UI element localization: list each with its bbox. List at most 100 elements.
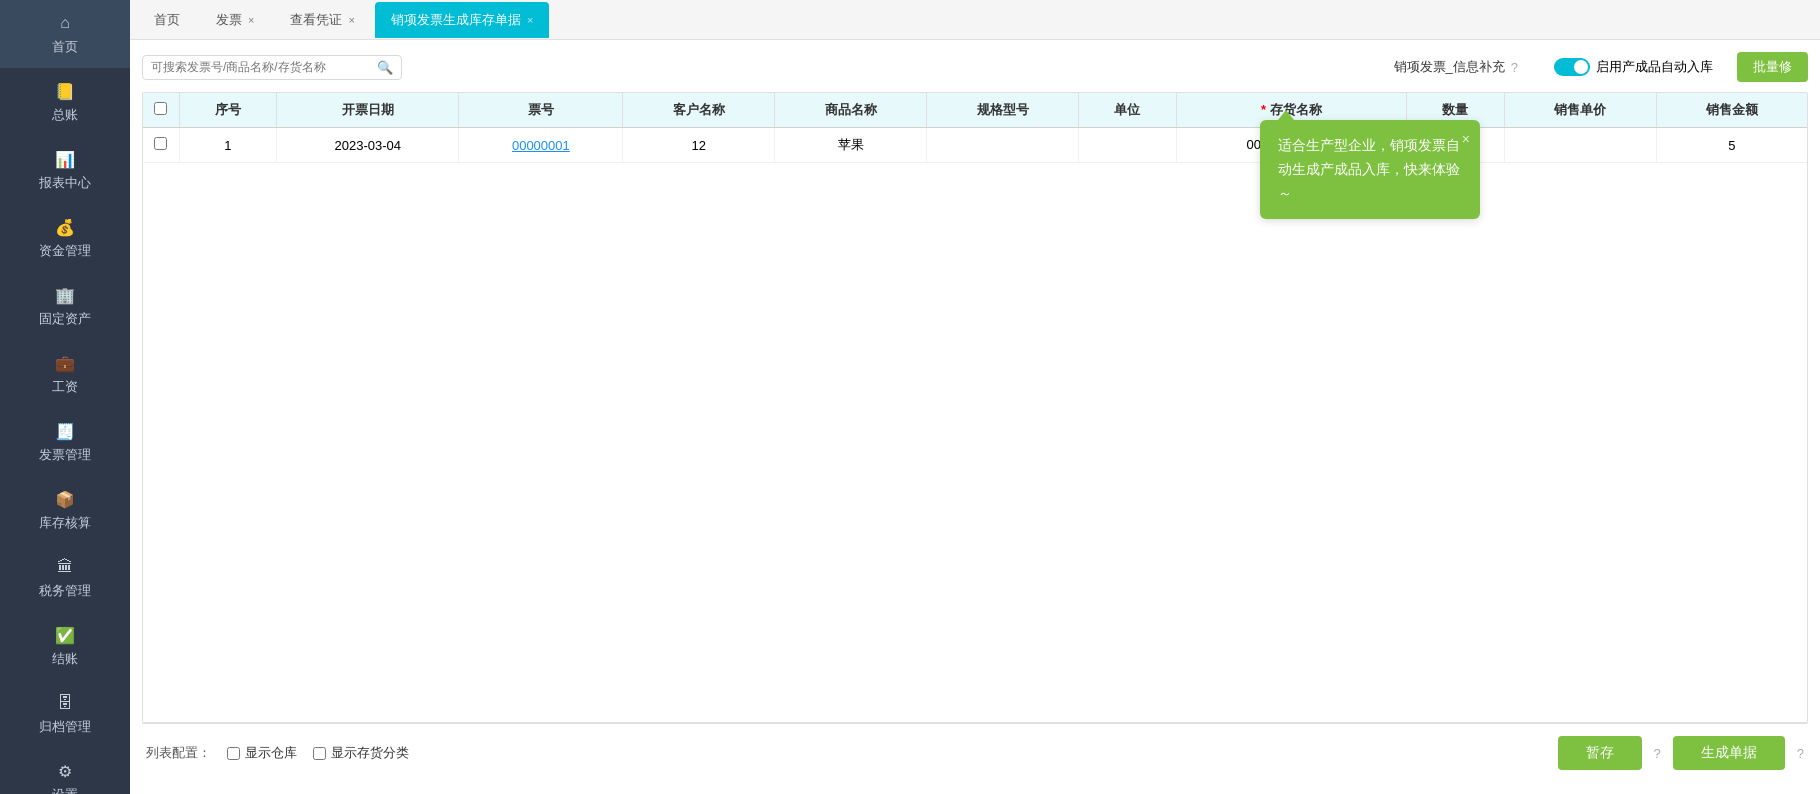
sidebar-item-settle[interactable]: ✅ 结账 [0,612,130,680]
generate-button[interactable]: 生成单据 [1673,736,1785,770]
sidebar-item-label: 报表中心 [39,174,91,192]
tax-icon: 🏛 [54,556,76,578]
data-table-wrap: 序号 开票日期 票号 客户名称 商品名称 规格型号 单位 * 存货名称 数量 销… [142,92,1808,723]
th-unit: 单位 [1078,93,1176,128]
tab-voucher[interactable]: 查看凭证 × [274,2,370,38]
toolbar: 🔍 销项发票_信息补充 ? 启用产成品自动入库 批量修 [142,52,1808,82]
sidebar-item-ledger[interactable]: 📒 总账 [0,68,130,136]
sidebar: ⌂ 首页 📒 总账 📊 报表中心 💰 资金管理 🏢 固定资产 💼 工资 🧾 发票… [0,0,130,794]
sidebar-item-label: 首页 [52,38,78,56]
tab-bar: 首页 发票 × 查看凭证 × 销项发票生成库存单据 × [130,0,1820,40]
row-checkbox-cell [143,128,179,163]
th-number: 票号 [459,93,623,128]
fund-icon: 💰 [54,216,76,238]
th-checkbox [143,93,179,128]
sidebar-item-payroll[interactable]: 💼 工资 [0,340,130,408]
save-help-icon[interactable]: ? [1654,746,1661,761]
search-icon[interactable]: 🔍 [377,60,393,75]
toggle-knob [1574,60,1588,74]
generate-help-icon[interactable]: ? [1797,746,1804,761]
report-icon: 📊 [54,148,76,170]
home-icon: ⌂ [54,12,76,34]
th-product: 商品名称 [775,93,927,128]
sidebar-item-label: 固定资产 [39,310,91,328]
toggle-switch: 启用产成品自动入库 [1554,58,1713,76]
th-unit-price: 销售单价 [1504,93,1656,128]
main-content: 首页 发票 × 查看凭证 × 销项发票生成库存单据 × 🔍 销项发票_信息补充 … [130,0,1820,794]
page-content: 🔍 销项发票_信息补充 ? 启用产成品自动入库 批量修 [130,40,1820,794]
th-customer: 客户名称 [623,93,775,128]
sidebar-item-label: 总账 [52,106,78,124]
row-unit-price [1504,128,1656,163]
sidebar-item-label: 归档管理 [39,718,91,736]
info-label: 销项发票_信息补充 ? [1394,58,1518,76]
sidebar-item-label: 结账 [52,650,78,668]
ledger-icon: 📒 [54,80,76,102]
tab-storage[interactable]: 销项发票生成库存单据 × [375,2,549,38]
th-seq: 序号 [179,93,277,128]
config-label: 列表配置： [146,744,211,762]
row-checkbox[interactable] [154,137,167,150]
tooltip-popup: × 适合生产型企业，销项发票自动生成产成品入库，快来体验～ [1260,120,1480,219]
tab-invoice-close[interactable]: × [248,14,254,26]
data-table: 序号 开票日期 票号 客户名称 商品名称 规格型号 单位 * 存货名称 数量 销… [143,93,1807,163]
sidebar-item-tax[interactable]: 🏛 税务管理 [0,544,130,612]
save-button[interactable]: 暂存 [1558,736,1642,770]
info-label-text: 销项发票_信息补充 [1394,58,1505,76]
tab-voucher-label: 查看凭证 [290,11,342,29]
select-all-checkbox[interactable] [154,102,167,115]
sidebar-item-label: 工资 [52,378,78,396]
tab-invoice[interactable]: 发票 × [200,2,270,38]
table-header-row: 序号 开票日期 票号 客户名称 商品名称 规格型号 单位 * 存货名称 数量 销… [143,93,1807,128]
sidebar-item-fixed-assets[interactable]: 🏢 固定资产 [0,272,130,340]
row-unit [1078,128,1176,163]
row-date: 2023-03-04 [277,128,459,163]
show-warehouse-checkbox[interactable] [227,747,240,760]
tab-home[interactable]: 首页 [138,2,196,38]
fixed-assets-icon: 🏢 [54,284,76,306]
sidebar-item-label: 设置 [52,786,78,794]
settings-icon: ⚙ [54,760,76,782]
tooltip-close-button[interactable]: × [1462,128,1470,152]
payroll-icon: 💼 [54,352,76,374]
tab-storage-label: 销项发票生成库存单据 [391,11,521,29]
sidebar-item-label: 库存核算 [39,514,91,532]
th-date: 开票日期 [277,93,459,128]
sidebar-item-inventory[interactable]: 📦 库存核算 [0,476,130,544]
sidebar-item-label: 资金管理 [39,242,91,260]
tab-invoice-label: 发票 [216,11,242,29]
bottom-bar: 列表配置： 显示仓库 显示存货分类 暂存 ? 生成单据 ? [142,723,1808,782]
show-category-checkbox[interactable] [313,747,326,760]
tab-voucher-close[interactable]: × [348,14,354,26]
batch-button[interactable]: 批量修 [1737,52,1808,82]
sidebar-item-archive[interactable]: 🗄 归档管理 [0,680,130,748]
show-category-item[interactable]: 显示存货分类 [313,744,409,762]
tab-storage-close[interactable]: × [527,14,533,26]
show-warehouse-item[interactable]: 显示仓库 [227,744,297,762]
sidebar-item-fund[interactable]: 💰 资金管理 [0,204,130,272]
auto-warehouse-toggle[interactable] [1554,58,1590,76]
sidebar-item-invoice-mgmt[interactable]: 🧾 发票管理 [0,408,130,476]
row-spec [927,128,1079,163]
sidebar-item-settings[interactable]: ⚙ 设置 [0,748,130,794]
row-number: 00000001 [459,128,623,163]
row-seq: 1 [179,128,277,163]
sidebar-item-label: 税务管理 [39,582,91,600]
info-help-icon[interactable]: ? [1511,60,1518,75]
search-input[interactable] [151,60,371,74]
tooltip-text: 适合生产型企业，销项发票自动生成产成品入库，快来体验～ [1278,137,1460,201]
row-product: 苹果 [775,128,927,163]
th-amount: 销售金额 [1656,93,1807,128]
row-customer: 12 [623,128,775,163]
table-row: 1 2023-03-04 00000001 12 苹果 000001 苹果 个 … [143,128,1807,163]
th-spec: 规格型号 [927,93,1079,128]
inventory-icon: 📦 [54,488,76,510]
archive-icon: 🗄 [54,692,76,714]
row-amount: 5 [1656,128,1807,163]
sidebar-item-label: 发票管理 [39,446,91,464]
sidebar-item-home[interactable]: ⌂ 首页 [0,0,130,68]
bottom-actions: 暂存 ? 生成单据 ? [1558,736,1804,770]
invoice-icon: 🧾 [54,420,76,442]
sidebar-item-report[interactable]: 📊 报表中心 [0,136,130,204]
search-box[interactable]: 🔍 [142,55,402,80]
